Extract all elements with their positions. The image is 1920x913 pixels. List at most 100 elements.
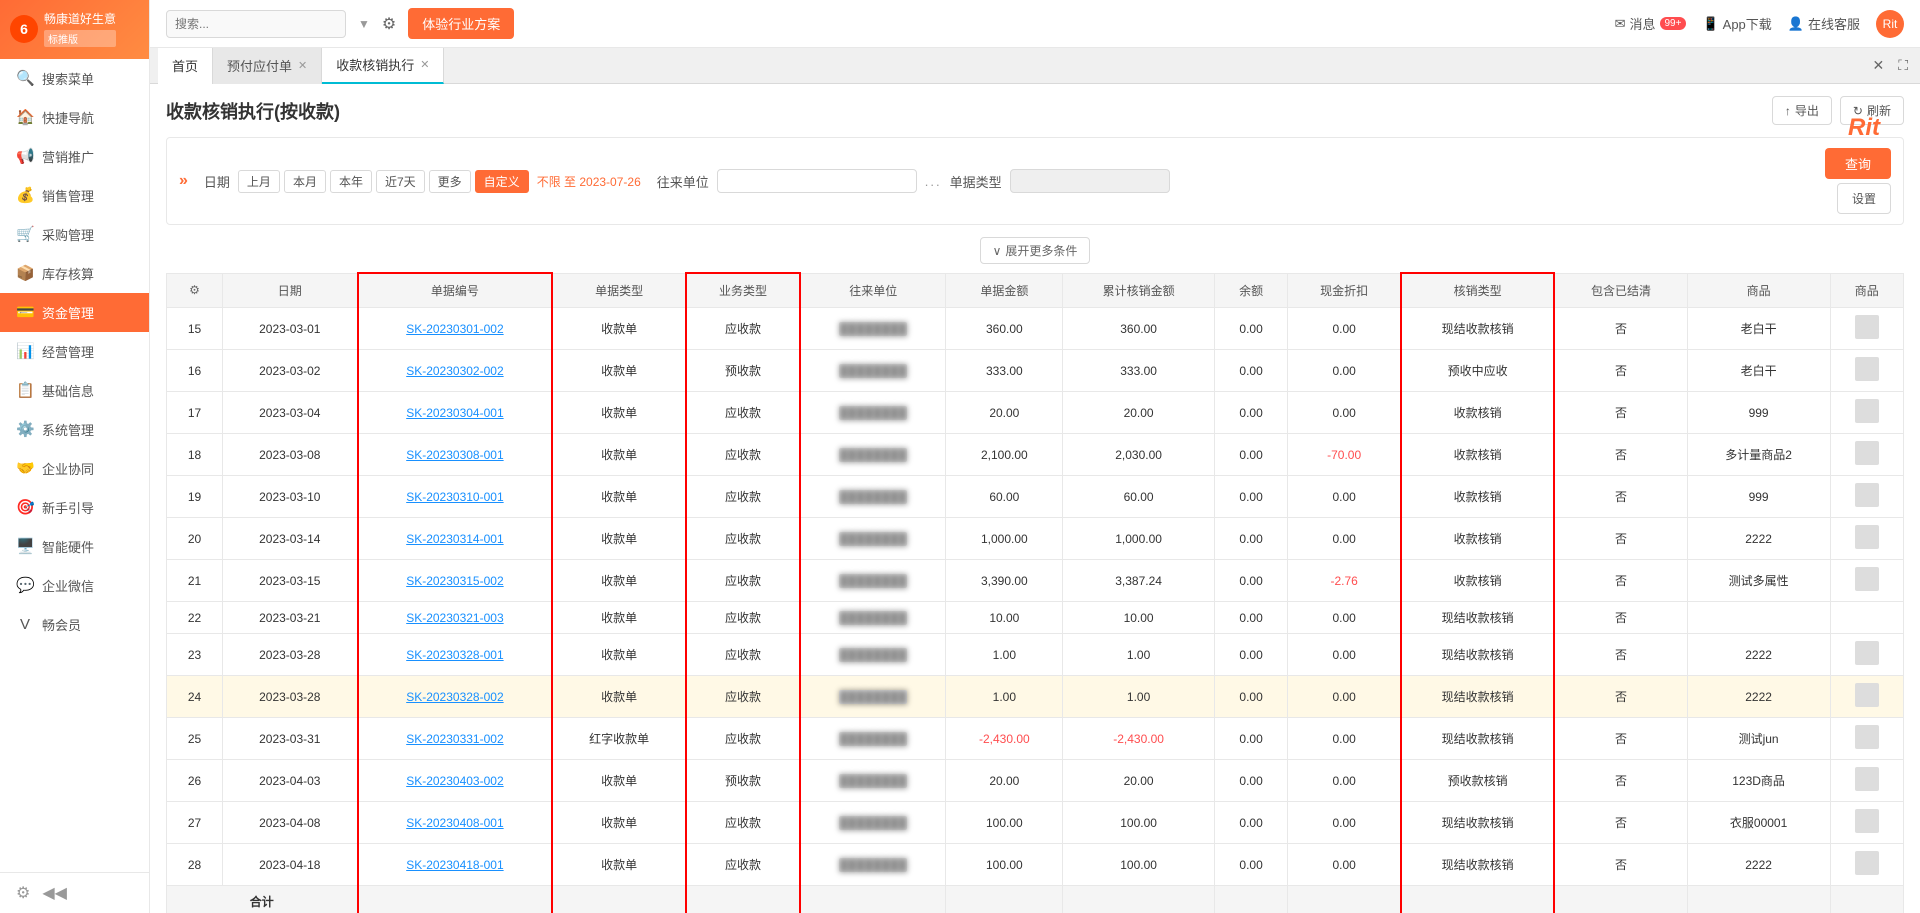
close-all-tabs-btn[interactable]: ✕ [1868,53,1888,78]
cell-docno: SK-20230301-002 [358,308,553,350]
doc-no-link[interactable]: SK-20230301-002 [406,322,503,336]
sidebar-item-sales[interactable]: 💰 销售管理 [0,176,149,215]
col-goods1-header: 商品 [1687,273,1830,308]
doc-no-link[interactable]: SK-20230328-001 [406,648,503,662]
cell-cancel-amount: 1.00 [1063,634,1215,676]
sidebar-item-label: 系统管理 [42,420,94,439]
doc-no-link[interactable]: SK-20230314-001 [406,532,503,546]
sidebar-item-guide[interactable]: 🎯 新手引导 [0,488,149,527]
sidebar-item-member[interactable]: V 畅会员 [0,605,149,644]
this-month-btn[interactable]: 本月 [284,170,326,193]
expand-filters-btn[interactable]: ∨ 展开更多条件 [980,237,1091,264]
cell-docno: SK-20230418-001 [358,844,553,886]
custom-date-btn[interactable]: 自定义 [475,170,529,193]
sidebar-item-label: 采购管理 [42,225,94,244]
tab-cancel-close-icon[interactable]: ✕ [420,58,429,71]
table-row: 20 2023-03-14 SK-20230314-001 收款单 应收款 ██… [167,518,1904,560]
cell-biztype: 应收款 [686,560,800,602]
cell-cancel-type: 现结收款核销 [1401,844,1554,886]
sidebar-item-search[interactable]: 🔍 搜索菜单 [0,59,149,98]
sidebar-item-inventory[interactable]: 📦 库存核算 [0,254,149,293]
cell-no: 15 [167,308,223,350]
doc-no-link[interactable]: SK-20230331-002 [406,732,503,746]
cell-goods-img [1830,802,1903,844]
sidebar-item-collab[interactable]: 🤝 企业协同 [0,449,149,488]
tab-home[interactable]: 首页 [158,48,213,84]
doc-no-link[interactable]: SK-20230418-001 [406,858,503,872]
tab-cancel-exec[interactable]: 收款核销执行 ✕ [322,48,444,84]
filter-toggle-btn[interactable]: » [179,172,188,190]
tab-prepaid[interactable]: 预付应付单 ✕ [213,48,322,84]
this-year-btn[interactable]: 本年 [330,170,372,193]
cell-doctype: 收款单 [552,634,686,676]
cell-goods-img [1830,634,1903,676]
cell-doctype: 收款单 [552,676,686,718]
doc-no-link[interactable]: SK-20230304-001 [406,406,503,420]
sidebar-item-purchase[interactable]: 🛒 采购管理 [0,215,149,254]
cell-included: 否 [1554,392,1687,434]
user-avatar[interactable]: Rit [1876,10,1904,38]
cell-date: 2023-04-08 [223,802,358,844]
guide-icon: 🎯 [16,498,34,516]
cell-docno: SK-20230408-001 [358,802,553,844]
search-input[interactable] [166,10,346,38]
doc-no-link[interactable]: SK-20230403-002 [406,774,503,788]
sidebar-item-finance[interactable]: 💳 资金管理 [0,293,149,332]
cell-partner: ████████ [800,434,946,476]
app-download-btn[interactable]: 📱 App下载 [1702,14,1771,33]
sidebar-item-label: 畅会员 [42,615,81,634]
doc-no-link[interactable]: SK-20230308-001 [406,448,503,462]
cell-cancel-amount: 100.00 [1063,802,1215,844]
doc-no-link[interactable]: SK-20230310-001 [406,490,503,504]
sidebar-item-marketing[interactable]: 📢 营销推广 [0,137,149,176]
sidebar-item-nav[interactable]: 🏠 快捷导航 [0,98,149,137]
cell-biztype: 应收款 [686,518,800,560]
customer-service-btn[interactable]: 👤 在线客服 [1788,14,1860,33]
last-7-days-btn[interactable]: 近7天 [376,170,425,193]
sidebar-item-wechat[interactable]: 💬 企业微信 [0,566,149,605]
col-cancel-amount-header: 累计核销金额 [1063,273,1215,308]
sidebar-item-hardware[interactable]: 🖥️ 智能硬件 [0,527,149,566]
cell-included: 否 [1554,434,1687,476]
doc-no-link[interactable]: SK-20230302-002 [406,364,503,378]
cell-doctype: 收款单 [552,844,686,886]
sidebar-item-basic-info[interactable]: 📋 基础信息 [0,371,149,410]
logo-icon: 6 [10,15,38,43]
dropdown-arrow-icon[interactable]: ▼ [358,17,370,31]
col-settings-header[interactable]: ⚙ [167,273,223,308]
cell-doctype: 收款单 [552,308,686,350]
col-date-header: 日期 [223,273,358,308]
cell-docno: SK-20230310-001 [358,476,553,518]
sidebar-item-operations[interactable]: 📊 经营管理 [0,332,149,371]
tab-prepaid-close-icon[interactable]: ✕ [298,59,307,72]
cell-no: 20 [167,518,223,560]
partner-input[interactable] [717,169,917,193]
cell-cancel-amount: 60.00 [1063,476,1215,518]
cell-amount: 10.00 [946,602,1063,634]
doc-no-link[interactable]: SK-20230321-003 [406,611,503,625]
settings-gear-icon[interactable]: ⚙ [16,883,30,903]
maximize-btn[interactable]: ⛶ [1894,53,1912,78]
cell-amount: -2,430.00 [946,718,1063,760]
collapse-icon[interactable]: ◀◀ [42,883,67,903]
last-month-btn[interactable]: 上月 [238,170,280,193]
doc-no-link[interactable]: SK-20230328-002 [406,690,503,704]
cell-cancel-type: 收款核销 [1401,476,1554,518]
industry-btn[interactable]: 体验行业方案 [408,8,514,39]
cell-docno: SK-20230302-002 [358,350,553,392]
cell-balance: 0.00 [1214,434,1287,476]
topbar-settings-icon[interactable]: ⚙ [382,14,396,34]
query-btn[interactable]: 查询 [1825,148,1891,179]
doc-no-link[interactable]: SK-20230408-001 [406,816,503,830]
export-btn[interactable]: ↑ 导出 [1772,96,1832,125]
doc-no-link[interactable]: SK-20230315-002 [406,574,503,588]
cell-cancel-type: 预收款核销 [1401,760,1554,802]
cell-discount: 0.00 [1288,350,1401,392]
more-dates-btn[interactable]: 更多 [429,170,471,193]
sidebar-item-system[interactable]: ⚙️ 系统管理 [0,410,149,449]
table-row: 17 2023-03-04 SK-20230304-001 收款单 应收款 ██… [167,392,1904,434]
more-filters-icon[interactable]: ... [925,174,942,189]
doc-type-select[interactable] [1010,169,1170,193]
filter-settings-btn[interactable]: 设置 [1837,183,1891,214]
message-btn[interactable]: ✉ 消息 99+ [1615,14,1687,33]
